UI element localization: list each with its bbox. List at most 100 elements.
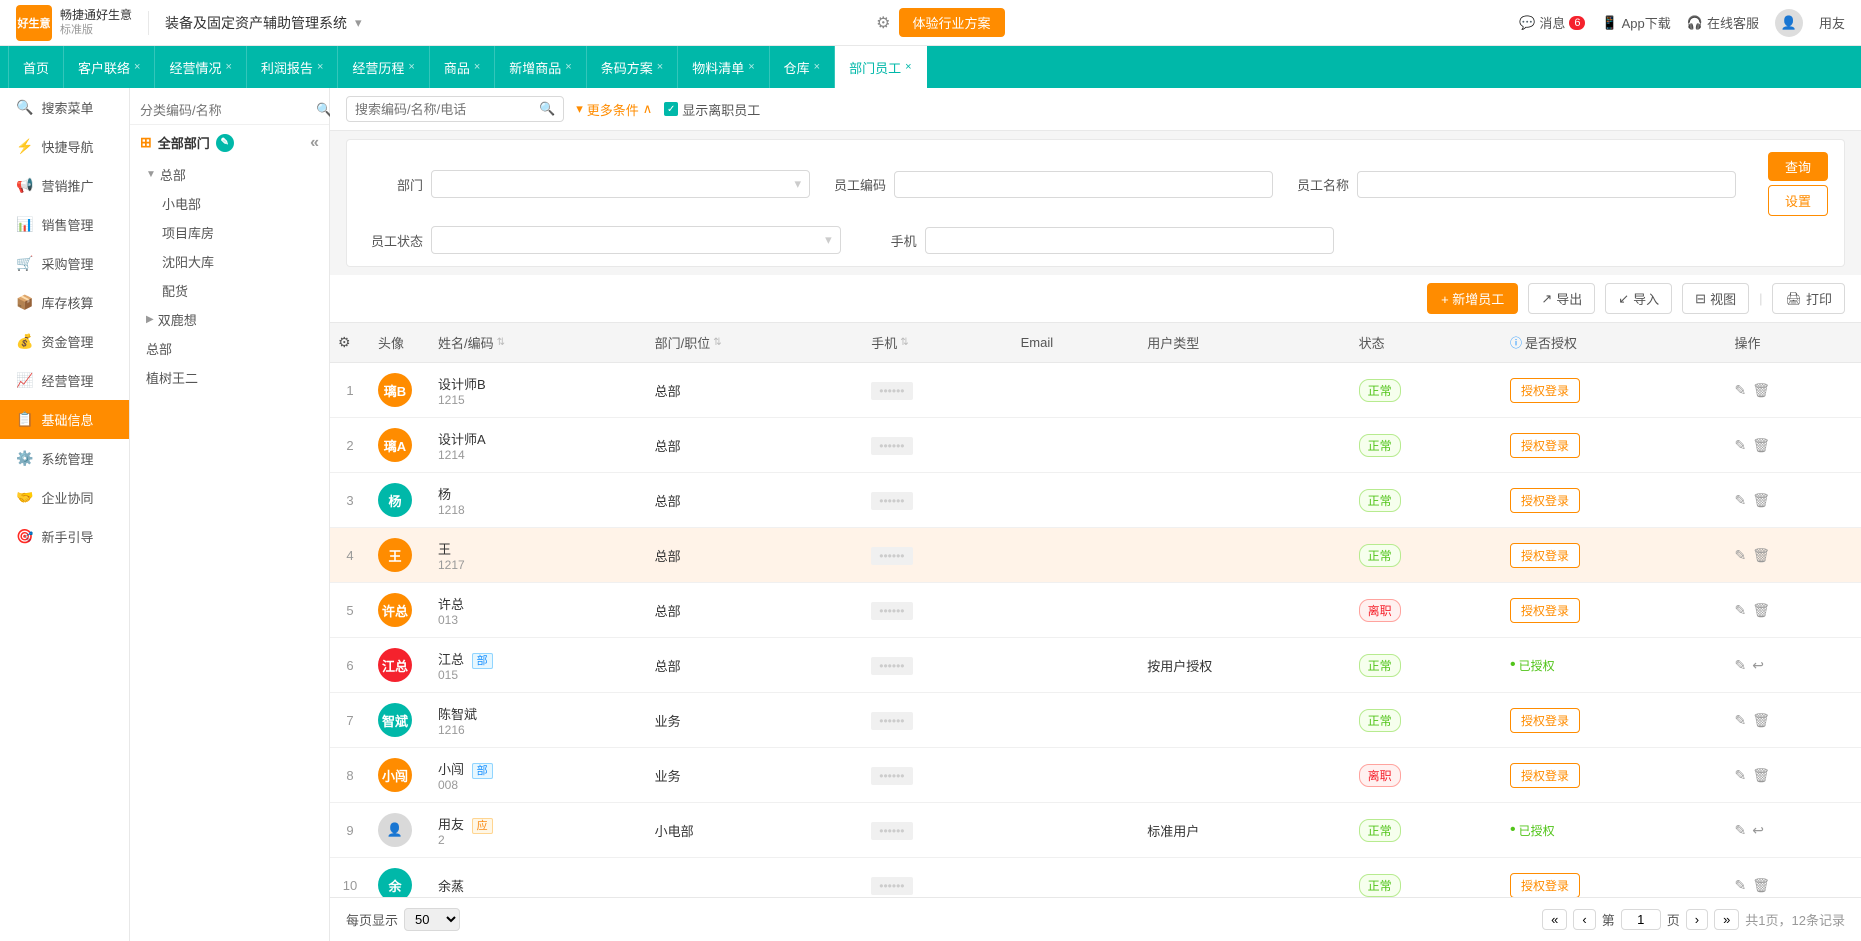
filter-empname-input[interactable] [1357,171,1736,198]
prev-page-btn[interactable]: ‹ [1573,909,1595,930]
edit-button[interactable]: ✎ [1735,382,1747,399]
more-filter-btn[interactable]: ▾ 更多条件 ∧ [576,100,652,119]
edit-button[interactable]: ✎ [1735,492,1747,509]
filter-status-select[interactable]: ▾ [431,226,841,254]
delete-button[interactable]: 🗑 [1752,547,1770,564]
app-download-btn[interactable]: 📱 App下载 [1601,13,1670,32]
user-avatar[interactable]: 👤 [1775,9,1803,37]
auth-button[interactable]: 授权登录 [1510,873,1580,898]
tab-customer[interactable]: 客户联络 × [64,46,155,88]
tab-profit[interactable]: 利润报告 × [247,46,338,88]
online-service-btn[interactable]: 🎧 在线客服 [1687,13,1759,32]
sidebar-item-finance[interactable]: 💰 资金管理 [0,322,129,361]
sidebar-item-sales[interactable]: 📊 销售管理 [0,205,129,244]
close-tab-bom[interactable]: × [748,61,754,73]
auth-button[interactable]: 授权登录 [1510,708,1580,733]
delete-button[interactable]: ↩ [1752,657,1764,674]
auth-button[interactable]: 授权登录 [1510,488,1580,513]
tab-operation[interactable]: 经营情况 × [155,46,246,88]
auth-button[interactable]: 授权登录 [1510,543,1580,568]
sidebar-item-operation[interactable]: 📈 经营管理 [0,361,129,400]
close-tab-operation[interactable]: × [225,61,231,73]
close-tab-warehouse[interactable]: × [814,61,820,73]
close-tab-goods[interactable]: × [474,61,480,73]
edit-button[interactable]: ✎ [1735,767,1747,784]
sidebar-item-guide[interactable]: 🎯 新手引导 [0,517,129,556]
sidebar-item-basic[interactable]: 📋 基础信息 [0,400,129,439]
search-input[interactable] [355,102,535,117]
delete-button[interactable]: 🗑 [1752,877,1770,894]
edit-button[interactable]: ✎ [1735,822,1747,839]
import-button[interactable]: ↙ 导入 [1605,283,1672,314]
col-name[interactable]: 姓名/编码⇅ [430,323,647,363]
edit-button[interactable]: ✎ [1735,657,1747,674]
export-button[interactable]: ↗ 导出 [1528,283,1595,314]
filter-empcode-input[interactable] [894,171,1273,198]
message-btn[interactable]: 💬 消息 6 [1519,13,1585,32]
sidebar-item-marketing[interactable]: 📢 营销推广 [0,166,129,205]
dept-edit-icon[interactable]: ✎ [216,134,234,152]
dept-node-zongbu[interactable]: ▼ 总部 [138,160,321,189]
phone-sort-icon[interactable]: ⇅ [900,337,908,348]
settings-icon[interactable]: ⚙ [338,334,351,350]
tab-bom[interactable]: 物料清单 × [678,46,769,88]
edit-button[interactable]: ✎ [1735,547,1747,564]
tab-barcode[interactable]: 条码方案 × [587,46,678,88]
per-page-select[interactable]: 50 100 200 [404,908,460,931]
auth-button[interactable]: 授权登录 [1510,433,1580,458]
delete-button[interactable]: 🗑 [1752,382,1770,399]
filter-dept-select[interactable]: ▾ [431,170,810,198]
dept-node-peihuo[interactable]: 配货 [154,276,321,305]
auth-button[interactable]: 授权登录 [1510,598,1580,623]
tab-goods[interactable]: 商品 × [430,46,495,88]
dept-collapse-btn[interactable]: « [310,134,319,152]
set-button[interactable]: 设置 [1768,185,1828,216]
tab-home[interactable]: 首页 [8,46,64,88]
dept-node-shuanglu[interactable]: ▶ 双鹿想 [138,305,321,334]
delete-button[interactable]: 🗑 [1752,437,1770,454]
delete-button[interactable]: 🗑 [1752,712,1770,729]
add-employee-button[interactable]: + 新增员工 [1427,283,1518,314]
sidebar-item-purchase[interactable]: 🛒 采购管理 [0,244,129,283]
sidebar-item-inventory[interactable]: 📦 库存核算 [0,283,129,322]
gear-button[interactable]: ⚙ [876,13,890,33]
tab-addgoods[interactable]: 新增商品 × [495,46,586,88]
sidebar-item-search[interactable]: 🔍 搜索菜单 [0,88,129,127]
sidebar-item-quick[interactable]: ⚡ 快捷导航 [0,127,129,166]
dept-sort-icon[interactable]: ⇅ [713,337,721,348]
dept-node-xiao[interactable]: 小电部 [154,189,321,218]
view-button[interactable]: ⊟ 视图 [1682,283,1749,314]
delete-button[interactable]: ↩ [1752,822,1764,839]
col-phone[interactable]: 手机⇅ [863,323,1012,363]
edit-button[interactable]: ✎ [1735,712,1747,729]
print-button[interactable]: 🖨 打印 [1772,283,1845,314]
edit-button[interactable]: ✎ [1735,602,1747,619]
close-tab-customer[interactable]: × [134,61,140,73]
auth-button[interactable]: 授权登录 [1510,378,1580,403]
show-resigned-toggle[interactable]: ✓ 显示离职员工 [664,100,760,119]
edit-button[interactable]: ✎ [1735,877,1747,894]
sidebar-item-system[interactable]: ⚙️ 系统管理 [0,439,129,478]
sidebar-item-collab[interactable]: 🤝 企业协同 [0,478,129,517]
next-page-btn[interactable]: › [1686,909,1708,930]
delete-button[interactable]: 🗑 [1752,767,1770,784]
close-tab-barcode[interactable]: × [657,61,663,73]
query-button[interactable]: 查询 [1768,152,1828,181]
resigned-checkbox[interactable]: ✓ [664,102,678,116]
last-page-btn[interactable]: » [1714,909,1739,930]
col-dept[interactable]: 部门/职位⇅ [647,323,864,363]
try-button[interactable]: 体验行业方案 [899,8,1005,37]
dept-node-shenyang[interactable]: 沈阳大库 [154,247,321,276]
first-page-btn[interactable]: « [1542,909,1567,930]
dept-node-zhishu[interactable]: 植树王二 [138,363,321,392]
dept-search-input[interactable] [140,103,316,118]
delete-button[interactable]: 🗑 [1752,492,1770,509]
page-input[interactable] [1621,909,1661,930]
dropdown-arrow[interactable]: ▾ [355,15,362,31]
auth-button[interactable]: 授权登录 [1510,763,1580,788]
tab-journey[interactable]: 经营历程 × [338,46,429,88]
edit-button[interactable]: ✎ [1735,437,1747,454]
tab-department[interactable]: 部门员工 × [835,46,926,88]
close-tab-profit[interactable]: × [317,61,323,73]
close-tab-journey[interactable]: × [408,61,414,73]
